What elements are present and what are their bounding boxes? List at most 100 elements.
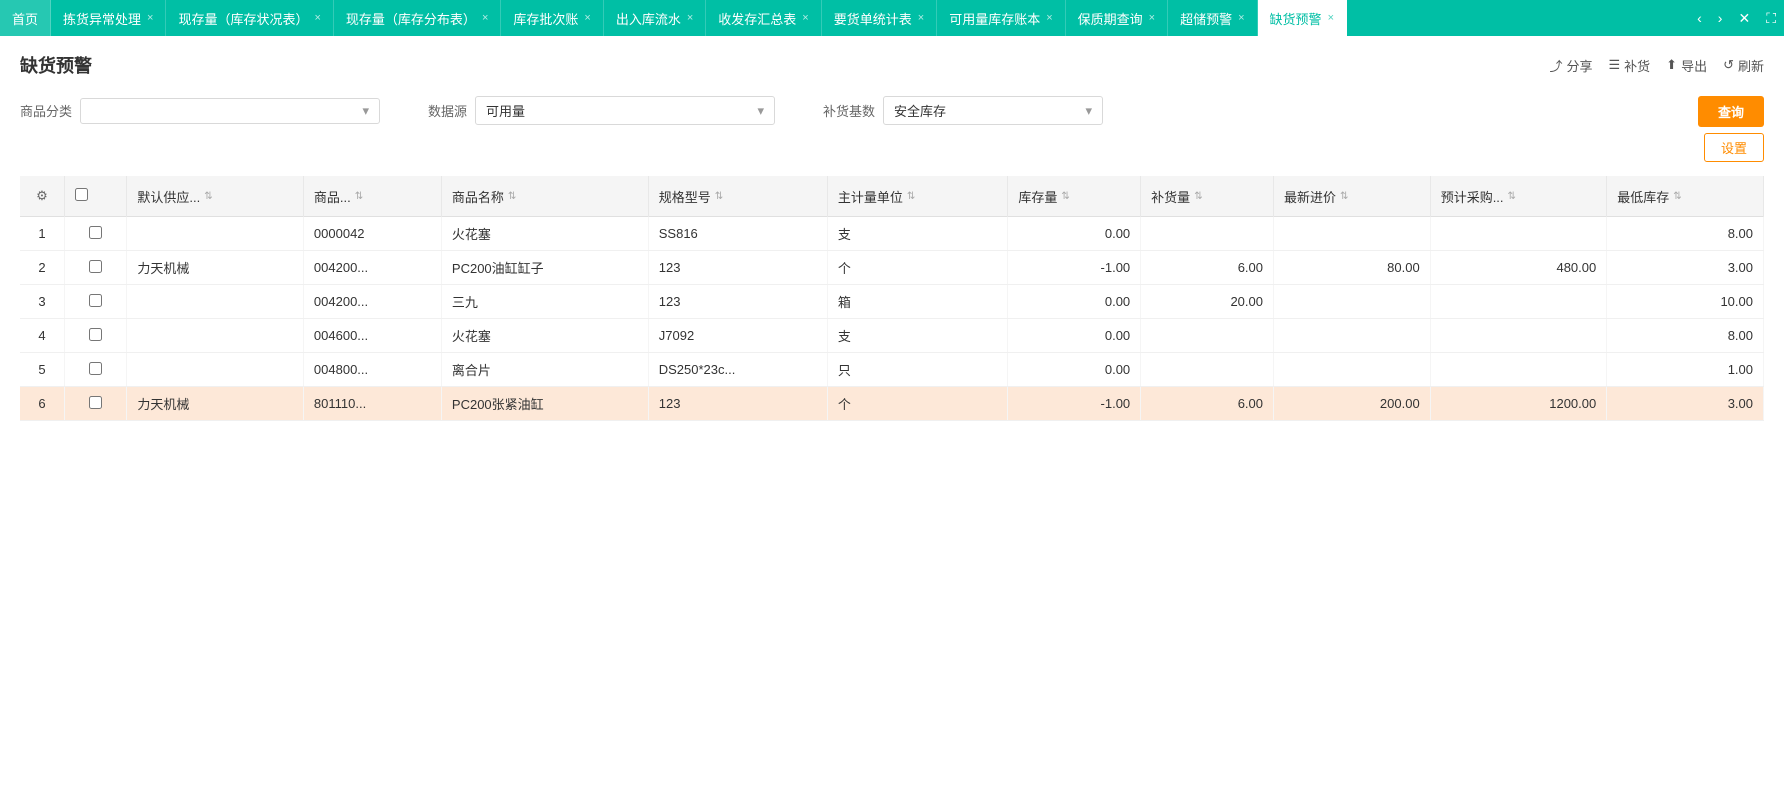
select-all-checkbox[interactable] <box>75 188 88 201</box>
tab-inventory-status[interactable]: 现存量（库存状况表） × <box>166 0 333 36</box>
cell-goods-name-2: PC200油缸缸子 <box>441 251 648 285</box>
goods-name-sort-icon: ⇅ <box>508 191 516 202</box>
cell-min-stock-3: 10.00 <box>1607 285 1764 319</box>
cell-replenish-6: 6.00 <box>1141 387 1274 421</box>
tab-abnormal[interactable]: 拣货异常处理 × <box>51 0 166 36</box>
refresh-icon: ↺ <box>1723 57 1734 73</box>
row-num-4: 4 <box>20 319 65 353</box>
close-tab-abnormal[interactable]: × <box>147 12 153 24</box>
cell-spec-4: J7092 <box>648 319 827 353</box>
query-button[interactable]: 查询 <box>1698 96 1764 127</box>
col-settings[interactable]: ⚙ <box>20 176 65 217</box>
row-checkbox-5[interactable] <box>65 353 127 387</box>
close-tab-expiry-query[interactable]: × <box>1149 12 1155 24</box>
table-row: 5 004800... 离合片 DS250*23c... 只 0.00 1.00 <box>20 353 1764 387</box>
goods-name-sort[interactable]: 商品名称 ⇅ <box>452 187 638 206</box>
cell-unit-4: 支 <box>827 319 1008 353</box>
nav-next-btn[interactable]: › <box>1710 0 1731 36</box>
close-tab-inventory-dist[interactable]: × <box>482 12 488 24</box>
datasource-filter: 数据源 可用量 ▾ <box>428 96 775 125</box>
cell-spec-5: DS250*23c... <box>648 353 827 387</box>
spec-sort[interactable]: 规格型号 ⇅ <box>659 187 817 206</box>
tab-overstock[interactable]: 超储预警 × <box>1168 0 1257 36</box>
datasource-value: 可用量 <box>486 101 525 120</box>
cell-est-purchase-5 <box>1430 353 1607 387</box>
tab-available-ledger[interactable]: 可用量库存账本 × <box>937 0 1065 36</box>
column-settings-icon[interactable]: ⚙ <box>30 184 54 208</box>
tab-collect-summary[interactable]: 收发存汇总表 × <box>706 0 821 36</box>
supplier-sort[interactable]: 默认供应... ⇅ <box>137 187 293 206</box>
filter-actions: 查询 设置 <box>1698 96 1764 162</box>
tab-home[interactable]: 首页 <box>0 0 51 36</box>
replenish-icon: ☰ <box>1608 57 1620 73</box>
close-tab-order-stats[interactable]: × <box>918 12 924 24</box>
tab-batch-account[interactable]: 库存批次账 × <box>501 0 603 36</box>
est-purchase-sort[interactable]: 预计采购... ⇅ <box>1441 187 1597 206</box>
min-stock-sort[interactable]: 最低库存 ⇅ <box>1617 187 1753 206</box>
latest-price-sort-icon: ⇅ <box>1340 191 1348 202</box>
cell-spec-2: 123 <box>648 251 827 285</box>
col-min-stock: 最低库存 ⇅ <box>1607 176 1764 217</box>
replenish-base-select[interactable]: 安全库存 ▾ <box>883 96 1103 125</box>
tab-shortage[interactable]: 缺货预警 × <box>1258 0 1347 36</box>
close-tab-inout-flow[interactable]: × <box>687 12 693 24</box>
tab-expiry-query[interactable]: 保质期查询 × <box>1066 0 1168 36</box>
cell-est-purchase-1 <box>1430 217 1607 251</box>
replenish-sort[interactable]: 补货量 ⇅ <box>1151 187 1263 206</box>
stock-sort[interactable]: 库存量 ⇅ <box>1018 187 1130 206</box>
cell-spec-6: 123 <box>648 387 827 421</box>
tab-order-stats[interactable]: 要货单统计表 × <box>822 0 937 36</box>
cell-goods-code-2: 004200... <box>303 251 441 285</box>
datasource-select[interactable]: 可用量 ▾ <box>475 96 775 125</box>
col-goods-code: 商品... ⇅ <box>303 176 441 217</box>
fullscreen-btn[interactable]: ⛶ <box>1758 0 1784 36</box>
settings-button[interactable]: 设置 <box>1704 133 1764 162</box>
row-checkbox-4[interactable] <box>65 319 127 353</box>
category-select[interactable]: ▾ <box>80 98 380 124</box>
goods-code-sort[interactable]: 商品... ⇅ <box>314 187 431 206</box>
cell-spec-1: SS816 <box>648 217 827 251</box>
stock-sort-icon: ⇅ <box>1061 191 1069 202</box>
table-row: 3 004200... 三九 123 箱 0.00 20.00 10.00 <box>20 285 1764 319</box>
close-tab-collect-summary[interactable]: × <box>802 12 808 24</box>
cell-replenish-5 <box>1141 353 1274 387</box>
cell-stock-1: 0.00 <box>1008 217 1141 251</box>
refresh-button[interactable]: ↺ 刷新 <box>1723 56 1764 75</box>
col-checkbox-header[interactable] <box>65 176 127 217</box>
table-row: 4 004600... 火花塞 J7092 支 0.00 8.00 <box>20 319 1764 353</box>
row-checkbox-3[interactable] <box>65 285 127 319</box>
replenish-button[interactable]: ☰ 补货 <box>1608 56 1650 75</box>
latest-price-sort[interactable]: 最新进价 ⇅ <box>1284 187 1420 206</box>
row-num-5: 5 <box>20 353 65 387</box>
row-num-3: 3 <box>20 285 65 319</box>
unit-sort-icon: ⇅ <box>907 191 915 202</box>
unit-sort[interactable]: 主计量单位 ⇅ <box>838 187 998 206</box>
cell-supplier-3 <box>127 285 304 319</box>
cell-unit-1: 支 <box>827 217 1008 251</box>
cell-min-stock-4: 8.00 <box>1607 319 1764 353</box>
close-tab-batch-account[interactable]: × <box>584 12 590 24</box>
nav-prev-btn[interactable]: ‹ <box>1689 0 1710 36</box>
cell-supplier-6: 力天机械 <box>127 387 304 421</box>
close-tab-overstock[interactable]: × <box>1238 12 1244 24</box>
cell-stock-4: 0.00 <box>1008 319 1141 353</box>
cell-min-stock-1: 8.00 <box>1607 217 1764 251</box>
cell-latest-price-5 <box>1274 353 1431 387</box>
category-chevron: ▾ <box>362 103 369 119</box>
spec-sort-icon: ⇅ <box>715 191 723 202</box>
page-header: 缺货预警 ⤴ 分享 ☰ 补货 ⬆ 导出 ↺ 刷新 <box>20 52 1764 78</box>
close-tab-available-ledger[interactable]: × <box>1046 12 1052 24</box>
row-checkbox-6[interactable] <box>65 387 127 421</box>
row-checkbox-2[interactable] <box>65 251 127 285</box>
row-num-1: 1 <box>20 217 65 251</box>
page-content: 缺货预警 ⤴ 分享 ☰ 补货 ⬆ 导出 ↺ 刷新 商品分类 <box>0 36 1784 796</box>
export-button[interactable]: ⬆ 导出 <box>1666 56 1707 75</box>
close-tab-shortage[interactable]: × <box>1328 12 1334 24</box>
row-checkbox-1[interactable] <box>65 217 127 251</box>
cell-min-stock-5: 1.00 <box>1607 353 1764 387</box>
tab-inventory-dist[interactable]: 现存量（库存分布表） × <box>334 0 501 36</box>
close-window-btn[interactable]: ✕ <box>1730 0 1758 36</box>
close-tab-inventory-status[interactable]: × <box>314 12 320 24</box>
share-button[interactable]: ⤴ 分享 <box>1549 56 1592 75</box>
tab-inout-flow[interactable]: 出入库流水 × <box>604 0 706 36</box>
